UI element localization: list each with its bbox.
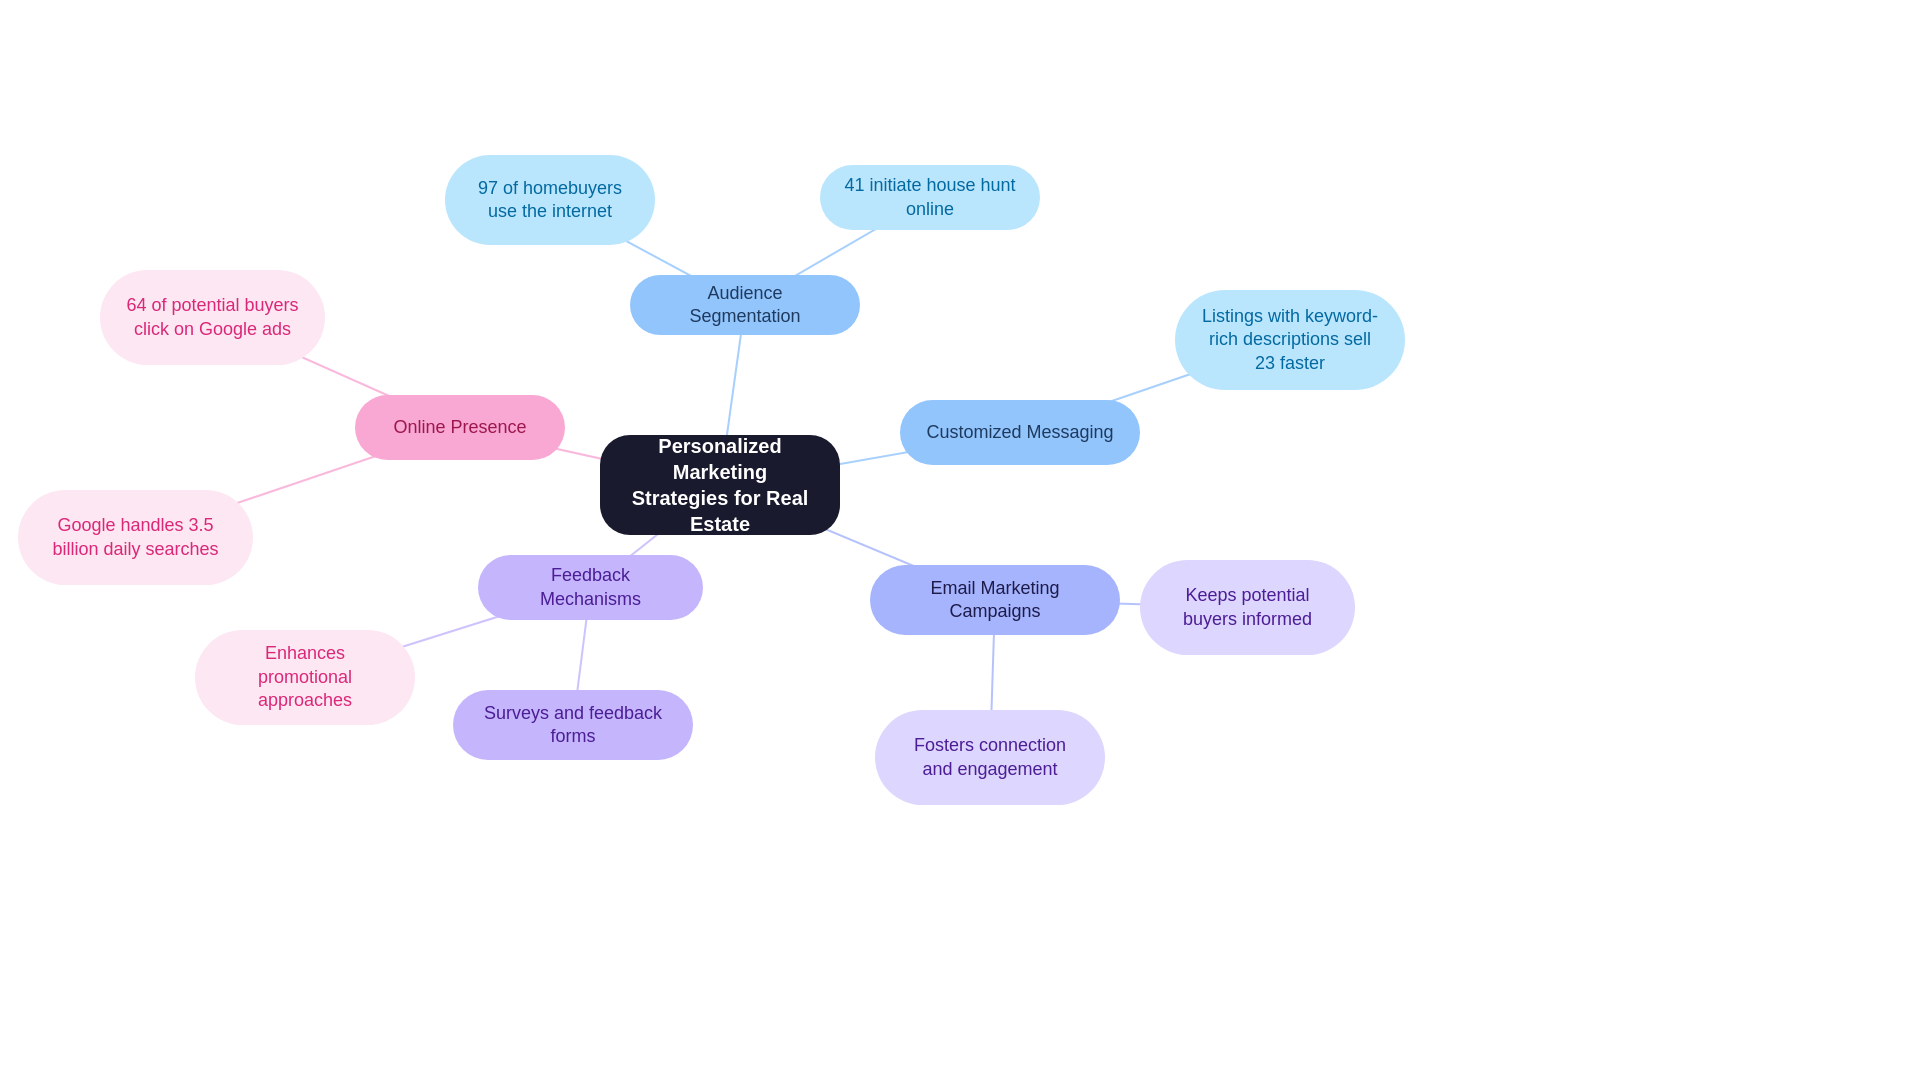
audience-segmentation-label: Audience Segmentation (652, 282, 838, 329)
email-campaigns-label: Email Marketing Campaigns (892, 577, 1098, 624)
feedback-mechanisms-label: Feedback Mechanisms (500, 564, 681, 611)
email-campaigns-node: Email Marketing Campaigns (870, 565, 1120, 635)
online-presence-label: Online Presence (393, 416, 526, 439)
buyers-click-node: 64 of potential buyers click on Google a… (100, 270, 325, 365)
keeps-informed-label: Keeps potential buyers informed (1162, 584, 1333, 631)
homebuyers-internet-label: 97 of homebuyers use the internet (467, 177, 633, 224)
online-presence-node: Online Presence (355, 395, 565, 460)
enhances-promotional-label: Enhances promotional approaches (217, 642, 393, 712)
customized-messaging-label: Customized Messaging (926, 421, 1113, 444)
fosters-connection-node: Fosters connection and engagement (875, 710, 1105, 805)
enhances-promotional-node: Enhances promotional approaches (195, 630, 415, 725)
center-node: Personalized Marketing Strategies for Re… (600, 435, 840, 535)
google-searches-node: Google handles 3.5 billion daily searche… (18, 490, 253, 585)
google-searches-label: Google handles 3.5 billion daily searche… (40, 514, 231, 561)
keeps-informed-node: Keeps potential buyers informed (1140, 560, 1355, 655)
initiate-online-node: 41 initiate house hunt online (820, 165, 1040, 230)
surveys-feedback-node: Surveys and feedback forms (453, 690, 693, 760)
listings-keyword-label: Listings with keyword-rich descriptions … (1197, 305, 1383, 375)
center-label: Personalized Marketing Strategies for Re… (622, 433, 818, 537)
homebuyers-internet-node: 97 of homebuyers use the internet (445, 155, 655, 245)
audience-segmentation-node: Audience Segmentation (630, 275, 860, 335)
initiate-online-label: 41 initiate house hunt online (842, 174, 1018, 221)
fosters-connection-label: Fosters connection and engagement (897, 734, 1083, 781)
feedback-mechanisms-node: Feedback Mechanisms (478, 555, 703, 620)
buyers-click-label: 64 of potential buyers click on Google a… (122, 294, 303, 341)
listings-keyword-node: Listings with keyword-rich descriptions … (1175, 290, 1405, 390)
surveys-feedback-label: Surveys and feedback forms (475, 702, 671, 749)
customized-messaging-node: Customized Messaging (900, 400, 1140, 465)
